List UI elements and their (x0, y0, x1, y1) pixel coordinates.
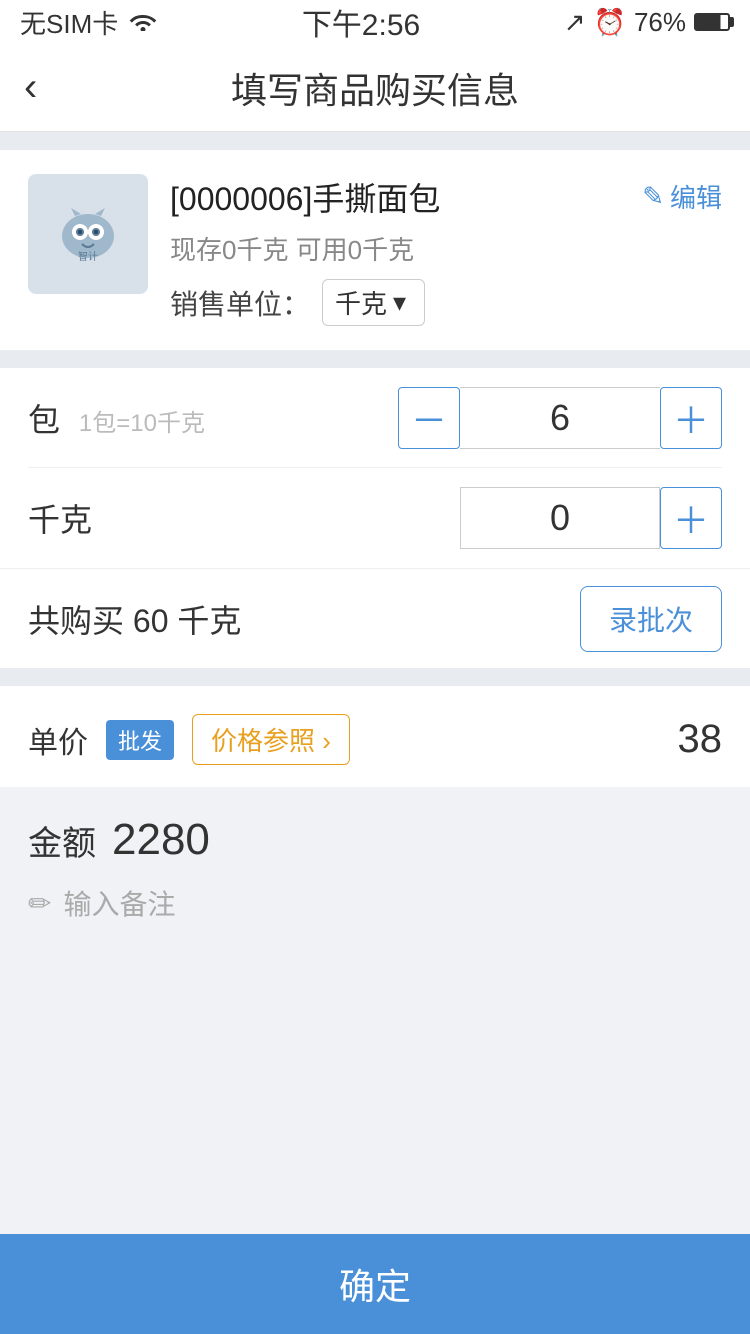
confirm-label: 确定 (339, 1258, 411, 1310)
status-left: 无SIM卡 (20, 4, 158, 41)
battery-icon (694, 13, 730, 31)
bag-minus-button[interactable]: － (398, 387, 460, 449)
price-ref-button[interactable]: 价格参照 › (192, 714, 350, 765)
product-thumbnail: 智计 (28, 174, 148, 294)
mid-divider1 (0, 350, 750, 368)
kg-input-row: 千克 ＋ (28, 468, 722, 568)
amount-value: 2280 (112, 815, 210, 865)
input-section: 包 1包=10千克 － ＋ 千克 ＋ (0, 368, 750, 568)
price-section: 单价 批发 价格参照 › 38 (0, 686, 750, 787)
confirm-button[interactable]: 确定 (0, 1234, 750, 1334)
bag-input-row: 包 1包=10千克 － ＋ (28, 368, 722, 468)
price-type-badge: 批发 (106, 720, 174, 760)
svg-text:智计: 智计 (78, 250, 98, 263)
product-name: [0000006]手撕面包 (170, 174, 722, 220)
bag-label: 包 1包=10千克 (28, 395, 398, 441)
summary-row: 共购买 60 千克 录批次 (0, 568, 750, 668)
page-title: 填写商品购买信息 (231, 62, 519, 114)
kg-label: 千克 (28, 495, 460, 541)
wifi-icon (128, 7, 158, 38)
content-spacer (0, 939, 750, 1239)
kg-quantity-input[interactable] (460, 487, 660, 549)
kg-plus-button[interactable]: ＋ (660, 487, 722, 549)
back-button[interactable]: ‹ (24, 65, 37, 110)
amount-section: 金额 2280 ✏ 输入备注 (0, 787, 750, 939)
note-placeholder: 输入备注 (63, 883, 175, 923)
status-time: 下午2:56 (302, 0, 420, 44)
product-card: 智计 [0000006]手撕面包 现存0千克 可用0千克 销售单位： 千克 ▾ … (0, 150, 750, 350)
nav-bar: ‹ 填写商品购买信息 (0, 44, 750, 132)
mid-divider2 (0, 668, 750, 686)
status-bar: 无SIM卡 下午2:56 ↗ ⏰ 76% (0, 0, 750, 44)
carrier-text: 无SIM卡 (20, 4, 118, 41)
edit-icon: ✎ (642, 181, 664, 212)
alarm-icon: ⏰ (594, 7, 626, 38)
edit-button[interactable]: ✎ 编辑 (642, 178, 722, 215)
top-divider (0, 132, 750, 150)
status-right: ↗ ⏰ 76% (564, 7, 730, 38)
battery-text: 76% (634, 7, 686, 38)
bag-quantity-input[interactable] (460, 387, 660, 449)
price-label: 单价 (28, 718, 88, 762)
batch-button[interactable]: 录批次 (580, 586, 722, 652)
unit-label: 销售单位： (170, 283, 310, 323)
location-icon: ↗ (564, 7, 586, 38)
product-unit-row: 销售单位： 千克 ▾ (170, 279, 722, 326)
bag-plus-button[interactable]: ＋ (660, 387, 722, 449)
product-stock: 现存0千克 可用0千克 (170, 230, 722, 267)
chevron-down-icon: ▾ (393, 287, 406, 318)
unit-select[interactable]: 千克 ▾ (322, 279, 425, 326)
summary-text: 共购买 60 千克 (28, 596, 241, 642)
kg-qty-control: ＋ (460, 487, 722, 549)
amount-row: 金额 2280 (28, 815, 722, 865)
product-info: [0000006]手撕面包 现存0千克 可用0千克 销售单位： 千克 ▾ (170, 174, 722, 326)
bag-qty-control: － ＋ (398, 387, 722, 449)
price-value: 38 (678, 717, 723, 762)
bag-sublabel: 1包=10千克 (79, 410, 205, 437)
note-edit-icon: ✏ (28, 887, 51, 920)
note-row[interactable]: ✏ 输入备注 (28, 883, 722, 923)
amount-label: 金额 (28, 816, 96, 865)
